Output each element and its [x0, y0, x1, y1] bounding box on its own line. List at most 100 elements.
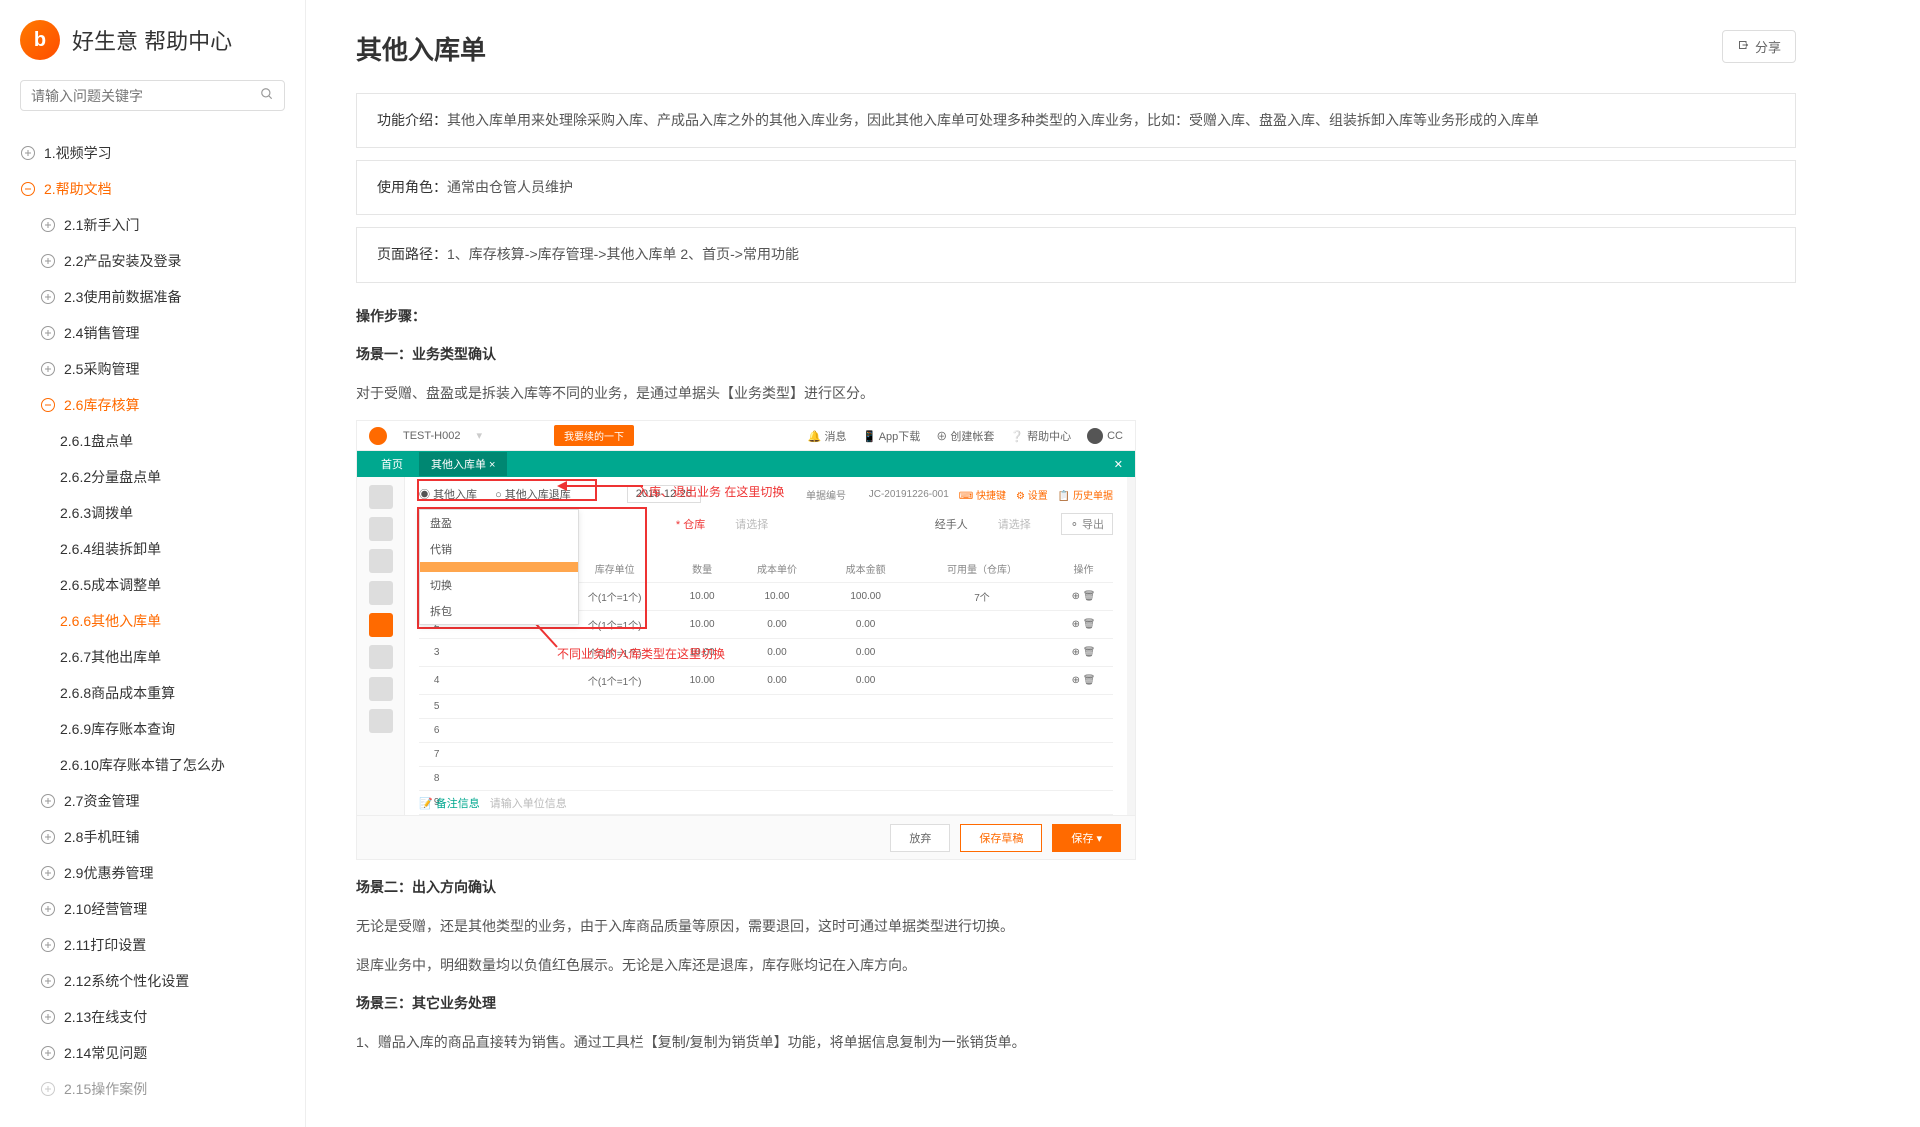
path-label: 页面路径： [377, 246, 447, 262]
nav-label: 2.12系统个性化设置 [64, 971, 189, 991]
nav-label: 2.6.4组装拆卸单 [60, 539, 161, 559]
minus-icon [20, 181, 36, 197]
nav-2-6-4[interactable]: 2.6.4组装拆卸单 [20, 531, 285, 567]
share-button[interactable]: 分享 [1722, 30, 1796, 63]
nav-2-6-9[interactable]: 2.6.9库存账本查询 [20, 711, 285, 747]
scene2-title: 场景二：出入方向确认 [356, 874, 1796, 901]
nav-label: 2.6.3调拨单 [60, 503, 133, 523]
nav-list: 1.视频学习 2.帮助文档 2.1新手入门 2.2产品安装及登录 2.3使用前数… [20, 135, 285, 1107]
nav-2-3[interactable]: 2.3使用前数据准备 [20, 279, 285, 315]
path-box: 页面路径：1、库存核算->库存管理->其他入库单 2、首页->常用功能 [356, 227, 1796, 282]
embed-note-row: 📝 备注信息 请输入单位信息 [419, 795, 1113, 811]
nav-label: 2.10经营管理 [64, 899, 147, 919]
embed-bottom-bar: 放弃 保存草稿 保存 ▾ [357, 815, 1135, 859]
embed-tabs: 首页 其他入库单 × ✕ [357, 451, 1135, 477]
nav-2-1[interactable]: 2.1新手入门 [20, 207, 285, 243]
embed-avatar: CC [1087, 428, 1123, 444]
close-icon: ✕ [1114, 458, 1123, 471]
nav-2-6-6[interactable]: 2.6.6其他入库单 [20, 603, 285, 639]
role-box: 使用角色：通常由仓管人员维护 [356, 160, 1796, 215]
minus-icon [40, 397, 56, 413]
steps-section: 操作步骤： 场景一：业务类型确认 对于受赠、盘盈或是拆装入库等不同的业务，是通过… [356, 303, 1796, 1056]
plus-icon [20, 145, 36, 161]
nav-2-6-10[interactable]: 2.6.10库存账本错了怎么办 [20, 747, 285, 783]
plus-icon [40, 1009, 56, 1025]
nav-2-15[interactable]: 2.15操作案例 [20, 1071, 285, 1107]
page-title: 其他入库单 [356, 30, 486, 67]
plus-icon [40, 289, 56, 305]
red-annotation-text-1: 入库、退出业务 在这里切换 [637, 483, 784, 500]
nav-2-7[interactable]: 2.7资金管理 [20, 783, 285, 819]
embed-logo-icon [369, 427, 387, 445]
nav-2-4[interactable]: 2.4销售管理 [20, 315, 285, 351]
nav-2-10[interactable]: 2.10经营管理 [20, 891, 285, 927]
embed-top-create: ⊕ 创建帐套 [936, 428, 994, 444]
search-box[interactable] [20, 80, 285, 111]
nav-label: 2.4销售管理 [64, 323, 139, 343]
nav-2-13[interactable]: 2.13在线支付 [20, 999, 285, 1035]
plus-icon [40, 361, 56, 377]
embed-doc-no: 单据编号 JC-20191226-001 ⌨ 快捷键 ⚙ 设置 📋 历史单据 [806, 481, 1113, 507]
nav-2-2[interactable]: 2.2产品安装及登录 [20, 243, 285, 279]
nav-label: 2.14常见问题 [64, 1043, 147, 1063]
intro-box: 功能介绍：其他入库单用来处理除采购入库、产成品入库之外的其他入库业务，因此其他入… [356, 93, 1796, 148]
scene3-text1: 1、赠品入库的商品直接转为销售。通过工具栏【复制/复制为销货单】功能，将单据信息… [356, 1029, 1796, 1056]
plus-icon [40, 1045, 56, 1061]
nav-label: 2.6.9库存账本查询 [60, 719, 175, 739]
role-text: 通常由仓管人员维护 [447, 179, 573, 195]
nav-label: 2.9优惠券管理 [64, 863, 153, 883]
embed-cancel-button: 放弃 [890, 824, 950, 852]
plus-icon [40, 901, 56, 917]
nav-2-6-3[interactable]: 2.6.3调拨单 [20, 495, 285, 531]
plus-icon [40, 253, 56, 269]
nav-2-5[interactable]: 2.5采购管理 [20, 351, 285, 387]
embed-env: TEST-H002 [403, 430, 460, 442]
sidebar: b 好生意 帮助中心 1.视频学习 2.帮助文档 2.1新手入门 2.2产品安装… [0, 0, 306, 1127]
nav-2-docs[interactable]: 2.帮助文档 [20, 171, 285, 207]
nav-label: 2.11打印设置 [64, 935, 146, 955]
brand-title: 好生意 帮助中心 [72, 24, 232, 56]
nav-2-9[interactable]: 2.9优惠券管理 [20, 855, 285, 891]
nav-label: 2.15操作案例 [64, 1079, 147, 1099]
nav-2-14[interactable]: 2.14常见问题 [20, 1035, 285, 1071]
plus-icon [40, 829, 56, 845]
intro-text: 其他入库单用来处理除采购入库、产成品入库之外的其他入库业务，因此其他入库单可处理… [447, 112, 1539, 128]
nav-label: 2.6.10库存账本错了怎么办 [60, 755, 225, 775]
nav-label: 2.6.2分量盘点单 [60, 467, 161, 487]
embed-mini-sidebar [357, 477, 405, 815]
nav-label: 2.7资金管理 [64, 791, 139, 811]
brand-logo: b [20, 20, 60, 60]
nav-2-6-2[interactable]: 2.6.2分量盘点单 [20, 459, 285, 495]
embed-top-help: ❔ 帮助中心 [1010, 428, 1071, 444]
role-label: 使用角色： [377, 179, 447, 195]
nav-2-6-5[interactable]: 2.6.5成本调整单 [20, 567, 285, 603]
nav-label: 2.6库存核算 [64, 395, 139, 415]
page-header: 其他入库单 分享 [356, 30, 1796, 67]
share-label: 分享 [1755, 37, 1781, 56]
nav-2-6-1[interactable]: 2.6.1盘点单 [20, 423, 285, 459]
nav-label: 2.6.1盘点单 [60, 431, 133, 451]
search-input[interactable] [31, 88, 260, 104]
scene2-text2: 退库业务中，明细数量均以负值红色展示。无论是入库还是退库，库存账均记在入库方向。 [356, 952, 1796, 979]
embed-top-app: 📱 App下载 [863, 428, 921, 444]
nav-2-6[interactable]: 2.6库存核算 [20, 387, 285, 423]
main-content: 其他入库单 分享 功能介绍：其他入库单用来处理除采购入库、产成品入库之外的其他入… [306, 0, 1846, 1127]
scene1-text: 对于受赠、盘盈或是拆装入库等不同的业务，是通过单据头【业务类型】进行区分。 [356, 380, 1796, 407]
share-icon [1737, 39, 1749, 54]
nav-label: 2.6.6其他入库单 [60, 611, 161, 631]
plus-icon [40, 325, 56, 341]
scene3-title: 场景三：其它业务处理 [356, 990, 1796, 1017]
brand-row: b 好生意 帮助中心 [20, 20, 285, 60]
steps-label: 操作步骤： [356, 303, 1796, 330]
plus-icon [40, 793, 56, 809]
nav-1-video[interactable]: 1.视频学习 [20, 135, 285, 171]
nav-2-6-8[interactable]: 2.6.8商品成本重算 [20, 675, 285, 711]
nav-label: 2.1新手入门 [64, 215, 139, 235]
plus-icon [40, 973, 56, 989]
embedded-screenshot: TEST-H002 ▾ 我要续的一下 🔔 消息 📱 App下载 ⊕ 创建帐套 ❔… [356, 420, 1136, 860]
search-icon[interactable] [260, 87, 274, 104]
nav-2-12[interactable]: 2.12系统个性化设置 [20, 963, 285, 999]
nav-2-8[interactable]: 2.8手机旺铺 [20, 819, 285, 855]
nav-2-6-7[interactable]: 2.6.7其他出库单 [20, 639, 285, 675]
nav-2-11[interactable]: 2.11打印设置 [20, 927, 285, 963]
